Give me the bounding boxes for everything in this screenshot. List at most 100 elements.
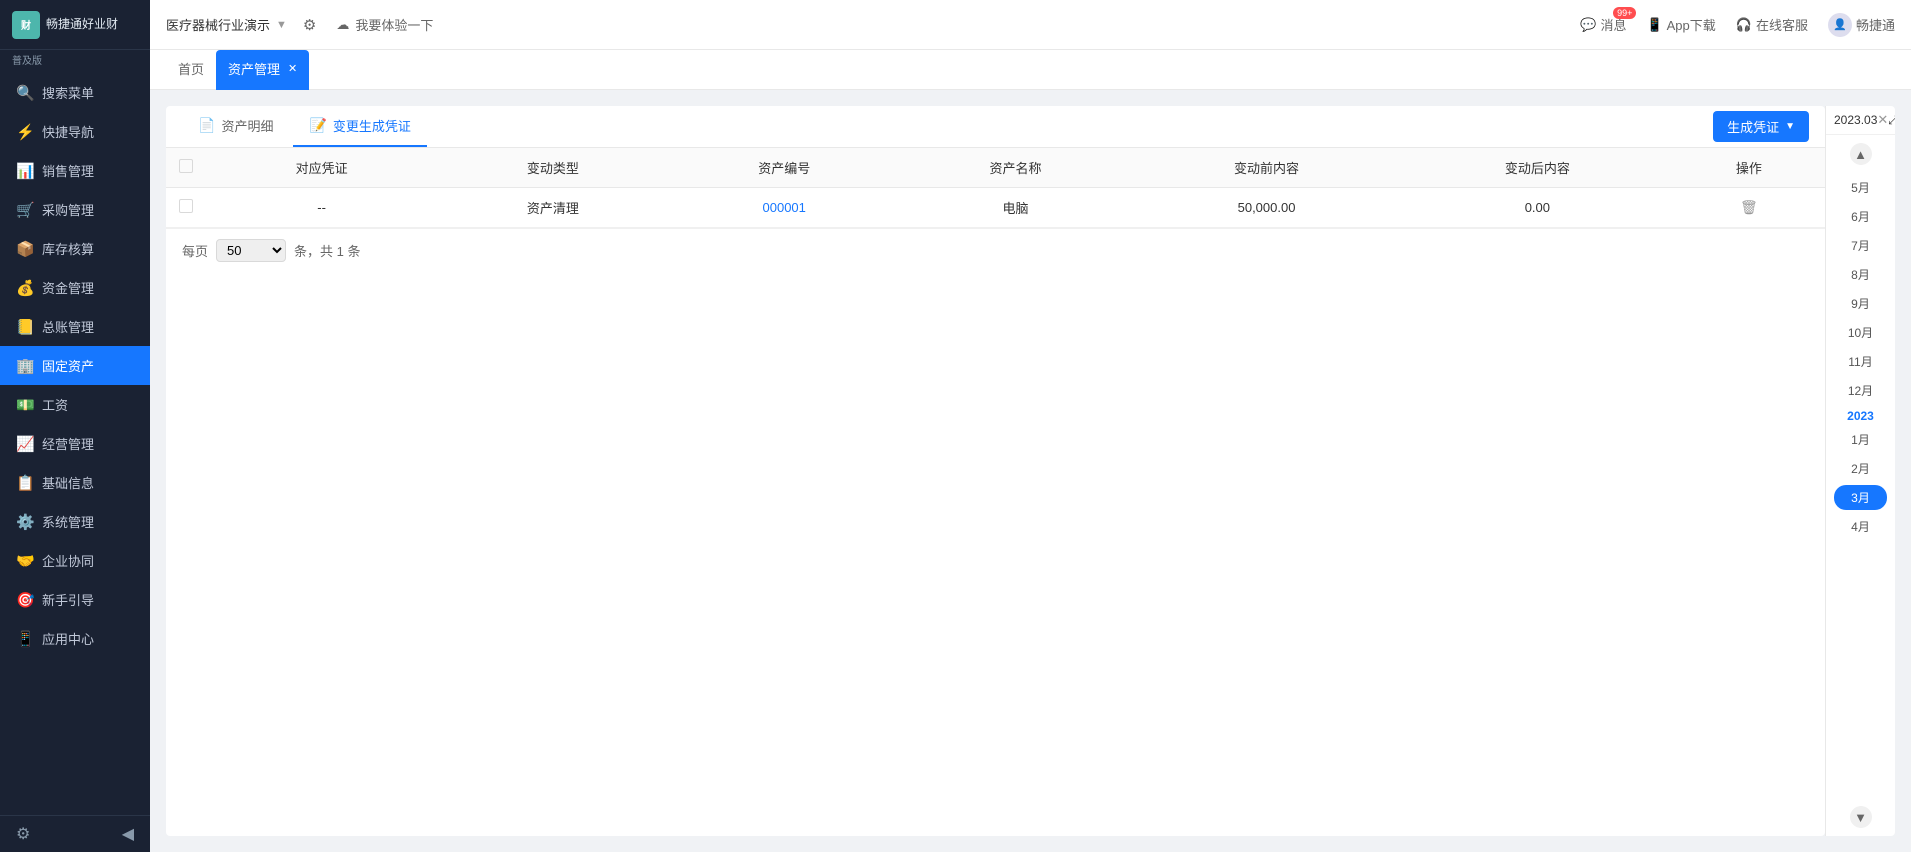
sidebar-icon-basic-info: 📋	[16, 474, 34, 492]
company-selector[interactable]: 医疗器械行业演示 ▼	[166, 15, 287, 34]
total-count-label: 条，共 1 条	[294, 241, 360, 260]
sub-tab-asset-detail-label: 资产明细	[221, 116, 273, 135]
delete-icon-0[interactable]: 🗑	[1740, 199, 1758, 215]
sidebar-item-fund[interactable]: 💰 资金管理	[0, 268, 150, 307]
tab-home[interactable]: 首页	[166, 50, 216, 90]
sidebar-icon-quick-nav: ⚡	[16, 123, 34, 141]
user-button[interactable]: 👤 畅捷通	[1828, 13, 1895, 37]
sidebar: 财 畅捷通好业财 普及版 🔍 搜索菜单 ⚡ 快捷导航 📊 销售管理 🛒 采购管理…	[0, 0, 150, 852]
headset-icon: 🎧	[1736, 17, 1752, 33]
generate-btn-dropdown-icon: ▼	[1785, 121, 1795, 132]
sidebar-item-inventory[interactable]: 📦 库存核算	[0, 229, 150, 268]
main-area: 医疗器械行业演示 ▼ ⚙ ☁ 我要体验一下 💬 消息 99+ 📱 App下载 🎧…	[150, 0, 1911, 852]
calendar-month-9[interactable]: 9月	[1826, 289, 1895, 318]
tab-close-icon[interactable]: ✕	[288, 62, 297, 75]
calendar-close-icon[interactable]: ✕	[1877, 112, 1888, 128]
sidebar-icon-fixed-assets: 🏢	[16, 357, 34, 375]
sidebar-item-sales[interactable]: 📊 销售管理	[0, 151, 150, 190]
sidebar-label-quick-nav: 快捷导航	[42, 122, 94, 141]
sidebar-nav: 🔍 搜索菜单 ⚡ 快捷导航 📊 销售管理 🛒 采购管理 📦 库存核算 💰 资金管…	[0, 73, 150, 815]
col-header-asset-name: 资产名称	[900, 148, 1131, 188]
generate-voucher-button[interactable]: 生成凭证 ▼	[1713, 111, 1809, 142]
sidebar-edition: 普及版	[0, 50, 150, 73]
sidebar-label-purchase: 采购管理	[42, 200, 94, 219]
sidebar-item-app-center[interactable]: 📱 应用中心	[0, 619, 150, 658]
main-panel: 📄 资产明细 📝 变更生成凭证 生成凭证 ▼	[166, 106, 1825, 836]
content-area: 📄 资产明细 📝 变更生成凭证 生成凭证 ▼	[150, 90, 1911, 852]
sidebar-icon-guide: 🎯	[16, 591, 34, 609]
calendar-month-5[interactable]: 5月	[1826, 173, 1895, 202]
tab-asset-manage-label: 资产管理	[228, 59, 280, 78]
per-page-select[interactable]: 50 10 20 100	[216, 239, 286, 262]
calendar-month-2023-3[interactable]: 3月	[1834, 485, 1887, 510]
sidebar-item-operations[interactable]: 📈 经营管理	[0, 424, 150, 463]
col-header-voucher: 对应凭证	[206, 148, 437, 188]
select-all-checkbox[interactable]	[179, 159, 193, 173]
sidebar-label-inventory: 库存核算	[42, 239, 94, 258]
sidebar-item-fixed-assets[interactable]: 🏢 固定资产	[0, 346, 150, 385]
try-button[interactable]: ☁ 我要体验一下	[336, 15, 433, 34]
row-asset-name-0: 电脑	[900, 188, 1131, 228]
sub-tab-change-voucher[interactable]: 📝 变更生成凭证	[293, 106, 426, 147]
pagination: 每页 50 10 20 100 条，共 1 条	[166, 228, 1825, 272]
service-button[interactable]: 🎧 在线客服	[1736, 15, 1808, 34]
company-name: 医疗器械行业演示	[166, 15, 270, 34]
calendar-month-6[interactable]: 6月	[1826, 202, 1895, 231]
sidebar-item-enterprise[interactable]: 🤝 企业协同	[0, 541, 150, 580]
sidebar-item-payroll[interactable]: 💵 工资	[0, 385, 150, 424]
sidebar-label-operations: 经营管理	[42, 434, 94, 453]
sidebar-item-quick-nav[interactable]: ⚡ 快捷导航	[0, 112, 150, 151]
sidebar-icon-purchase: 🛒	[16, 201, 34, 219]
sub-tab-asset-detail[interactable]: 📄 资产明细	[182, 106, 289, 147]
sidebar-icon-system: ⚙️	[16, 513, 34, 531]
calendar-month-2023-2[interactable]: 2月	[1826, 454, 1895, 483]
message-badge: 99+	[1613, 7, 1636, 19]
row-after-change-0: 0.00	[1402, 188, 1673, 228]
calendar-month-10[interactable]: 10月	[1826, 318, 1895, 347]
calendar-month-2023-4[interactable]: 4月	[1826, 512, 1895, 541]
sidebar-item-ledger[interactable]: 📒 总账管理	[0, 307, 150, 346]
calendar-panel: 2023.03 ✕ ⤢ ▲ 5月 6月 7月 8月 9月 10月 11月 12月…	[1825, 106, 1895, 836]
calendar-month-12[interactable]: 12月	[1826, 376, 1895, 405]
cloud-icon: ☁	[336, 17, 349, 33]
table-row: -- 资产清理 000001 电脑 50,000.00 0.00 🗑	[166, 188, 1825, 228]
message-button[interactable]: 💬 消息 99+	[1580, 15, 1626, 34]
sidebar-label-fixed-assets: 固定资产	[42, 356, 94, 375]
sidebar-item-search[interactable]: 🔍 搜索菜单	[0, 73, 150, 112]
calendar-list: 5月 6月 7月 8月 9月 10月 11月 12月 2023 1月 2月 3月…	[1826, 173, 1895, 798]
calendar-month-7[interactable]: 7月	[1826, 231, 1895, 260]
sidebar-item-purchase[interactable]: 🛒 采购管理	[0, 190, 150, 229]
sidebar-label-app-center: 应用中心	[42, 629, 94, 648]
settings-icon[interactable]: ⚙	[16, 824, 30, 844]
calendar-month-2023-1[interactable]: 1月	[1826, 425, 1895, 454]
table-header-row: 对应凭证 变动类型 资产编号 资产名称 变动前内容 变动后内容 操作	[166, 148, 1825, 188]
sidebar-item-basic-info[interactable]: 📋 基础信息	[0, 463, 150, 502]
sidebar-bottom: ⚙ ◀	[0, 815, 150, 852]
phone-icon: 📱	[1646, 17, 1662, 33]
sidebar-label-system: 系统管理	[42, 512, 94, 531]
app-download-button[interactable]: 📱 App下载	[1646, 15, 1715, 34]
sidebar-icon-payroll: 💵	[16, 396, 34, 414]
tabs-bar: 首页 资产管理 ✕	[150, 50, 1911, 90]
sidebar-label-sales: 销售管理	[42, 161, 94, 180]
calendar-nav-down[interactable]: ▼	[1850, 806, 1872, 828]
message-icon: 💬	[1580, 17, 1596, 33]
collapse-icon[interactable]: ◀	[122, 824, 134, 844]
calendar-nav-up[interactable]: ▲	[1850, 143, 1872, 165]
settings-gear-icon[interactable]: ⚙	[303, 16, 316, 34]
tab-asset-manage[interactable]: 资产管理 ✕	[216, 50, 309, 90]
row-checkbox-cell-0	[166, 188, 206, 228]
user-label: 畅捷通	[1856, 15, 1895, 34]
row-checkbox-0[interactable]	[179, 199, 193, 213]
sidebar-label-search: 搜索菜单	[42, 83, 94, 102]
calendar-expand-icon[interactable]: ⤢	[1888, 113, 1895, 128]
topbar-right: 💬 消息 99+ 📱 App下载 🎧 在线客服 👤 畅捷通	[1580, 13, 1895, 37]
company-dropdown-icon: ▼	[276, 19, 287, 31]
logo-icon: 财	[12, 11, 40, 39]
generate-voucher-label: 生成凭证	[1727, 117, 1779, 136]
calendar-month-8[interactable]: 8月	[1826, 260, 1895, 289]
try-label: 我要体验一下	[355, 15, 433, 34]
calendar-month-11[interactable]: 11月	[1826, 347, 1895, 376]
sidebar-item-system[interactable]: ⚙️ 系统管理	[0, 502, 150, 541]
sidebar-item-guide[interactable]: 🎯 新手引导	[0, 580, 150, 619]
